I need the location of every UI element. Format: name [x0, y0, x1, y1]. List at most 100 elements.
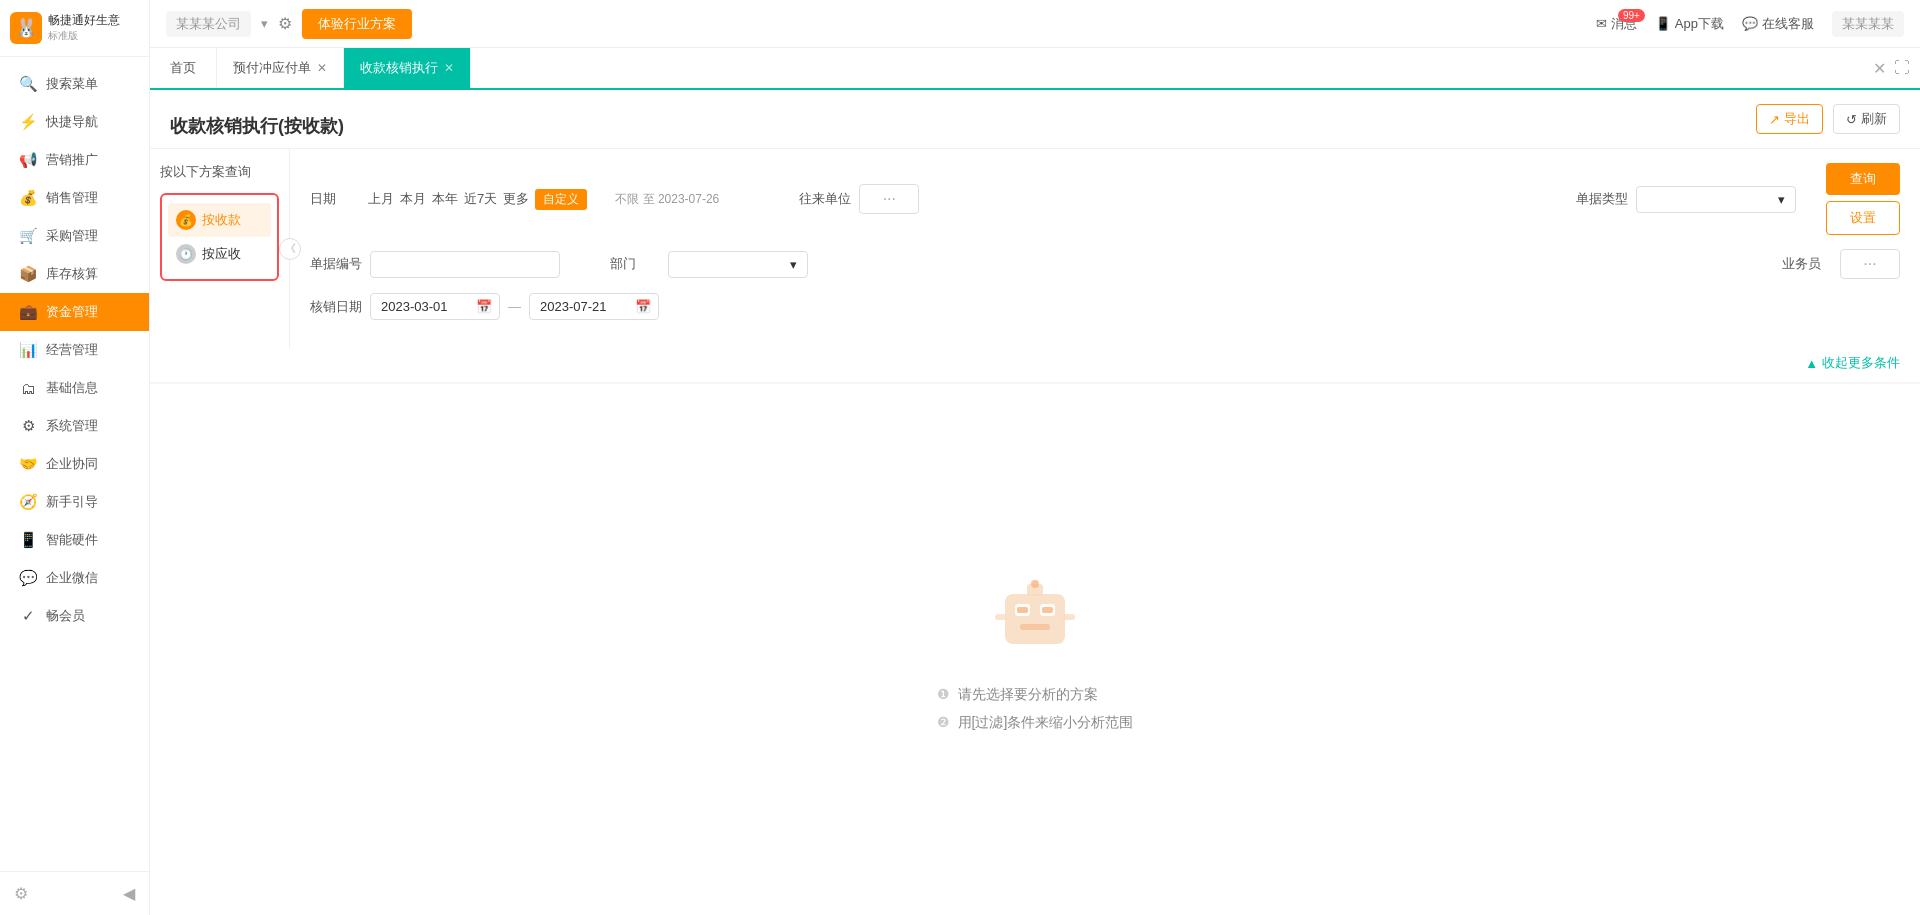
- filter-row-3: 核销日期 📅 — 📅: [310, 293, 1900, 320]
- date-this-year[interactable]: 本年: [432, 190, 458, 208]
- writeoff-start-calendar-icon[interactable]: 📅: [476, 299, 492, 314]
- purchase-icon: 🛒: [18, 227, 38, 245]
- sidebar-footer: ⚙ ◀: [0, 871, 149, 915]
- related-party-input[interactable]: ···: [859, 184, 919, 214]
- collapse-sidebar-icon[interactable]: ◀: [123, 884, 135, 903]
- query-button[interactable]: 查询: [1826, 163, 1900, 195]
- writeoff-end-calendar-icon[interactable]: 📅: [635, 299, 651, 314]
- member-icon: ✓: [18, 607, 38, 625]
- receivable-tab-close-icon[interactable]: ✕: [444, 61, 454, 75]
- sidebar-item-finance[interactable]: 💼资金管理: [0, 293, 149, 331]
- receivable-tab-label: 收款核销执行: [360, 59, 438, 77]
- sidebar-item-system[interactable]: ⚙系统管理: [0, 407, 149, 445]
- svg-point-7: [1031, 580, 1039, 588]
- writeoff-date-label: 核销日期: [310, 298, 362, 316]
- empty-illustration: [985, 564, 1085, 664]
- expand-tab-icon[interactable]: ⛶: [1894, 59, 1910, 77]
- tabbar: 首页 预付冲应付单 ✕ 收款核销执行 ✕ ✕ ⛶: [150, 48, 1920, 90]
- department-select[interactable]: ▾: [668, 251, 808, 278]
- service-label: 在线客服: [1762, 15, 1814, 33]
- app-download-button[interactable]: 📱 App下载: [1655, 15, 1724, 33]
- enterprise-icon: 🤝: [18, 455, 38, 473]
- date-more[interactable]: 更多: [503, 190, 529, 208]
- doc-type-select[interactable]: ▾: [1636, 186, 1796, 213]
- tab-home[interactable]: 首页: [150, 48, 217, 88]
- settings-button[interactable]: 设置: [1826, 201, 1900, 235]
- filter-option-by-receipt[interactable]: 💰 按收款: [168, 203, 271, 237]
- sidebar-item-sales[interactable]: 💰销售管理: [0, 179, 149, 217]
- filter-main: 日期 上月 本月 本年 近7天 更多 自定义 不限 至 2023-07-26: [290, 149, 1920, 348]
- online-service-button[interactable]: 💬 在线客服: [1742, 15, 1814, 33]
- sidebar-item-search[interactable]: 🔍搜索菜单: [0, 65, 149, 103]
- svg-rect-3: [1017, 607, 1028, 613]
- filter-panel: 按以下方案查询 💰 按收款 🕐 按应收 《: [150, 148, 1920, 348]
- enterprise-label: 企业协同: [46, 455, 98, 473]
- search-label: 搜索菜单: [46, 75, 98, 93]
- sidebar-item-base[interactable]: 🗂 基础信息: [0, 369, 149, 407]
- main-content: 某某某公司 ▾ ⚙ 体验行业方案 ✉ 消息 99+ 📱 App下载 💬 在线客服…: [150, 0, 1920, 915]
- doc-number-input[interactable]: [370, 251, 560, 278]
- filter-option-by-receivable[interactable]: 🕐 按应收: [168, 237, 271, 271]
- export-icon: ↗: [1769, 112, 1780, 127]
- refresh-button[interactable]: ↺ 刷新: [1833, 104, 1900, 134]
- filter-sidebar: 按以下方案查询 💰 按收款 🕐 按应收 《: [150, 149, 290, 348]
- filter-row-1: 日期 上月 本月 本年 近7天 更多 自定义 不限 至 2023-07-26: [310, 163, 1900, 235]
- filter-receipt-icon: 💰: [176, 210, 196, 230]
- tab-receivable[interactable]: 收款核销执行 ✕: [344, 48, 471, 88]
- sidebar-item-wechat[interactable]: 💬企业微信: [0, 559, 149, 597]
- company-name[interactable]: 某某某公司: [166, 11, 251, 37]
- sidebar-nav: 🔍搜索菜单⚡快捷导航📢营销推广💰销售管理 🛒 采购管理 📦库存核算💼资金管理📊经营管理…: [0, 57, 149, 871]
- marketing-icon: 📢: [18, 151, 38, 169]
- staff-input[interactable]: ···: [1840, 249, 1900, 279]
- svg-rect-0: [1005, 594, 1065, 644]
- prepay-tab-close-icon[interactable]: ✕: [317, 61, 327, 75]
- date-no-limit: 不限 至 2023-07-26: [615, 191, 719, 208]
- sidebar-item-member[interactable]: ✓畅会员: [0, 597, 149, 635]
- department-chevron-icon: ▾: [790, 257, 797, 272]
- related-party-field: 往来单位 ···: [799, 184, 919, 214]
- filter-receipt-label: 按收款: [202, 211, 241, 229]
- sidebar-item-purchase[interactable]: 🛒 采购管理: [0, 217, 149, 255]
- sidebar-item-guide[interactable]: 🧭新手引导: [0, 483, 149, 521]
- hardware-icon: 📱: [18, 531, 38, 549]
- sidebar-item-enterprise[interactable]: 🤝 企业协同: [0, 445, 149, 483]
- app-icon: 📱: [1655, 16, 1671, 31]
- base-icon: 🗂: [18, 380, 38, 397]
- filter-collapse-button[interactable]: 《: [279, 238, 301, 260]
- close-all-tabs-icon[interactable]: ✕: [1873, 59, 1886, 78]
- doc-type-chevron-icon: ▾: [1778, 192, 1785, 207]
- refresh-icon: ↺: [1846, 112, 1857, 127]
- settings-footer-icon[interactable]: ⚙: [14, 884, 28, 903]
- sidebar-item-inventory[interactable]: 📦库存核算: [0, 255, 149, 293]
- topbar-gear-icon[interactable]: ⚙: [278, 14, 292, 33]
- date-custom-tag[interactable]: 自定义: [535, 189, 587, 210]
- guide-label: 新手引导: [46, 493, 98, 511]
- sidebar-item-hardware[interactable]: 📱智能硬件: [0, 521, 149, 559]
- home-tab-label: 首页: [170, 59, 196, 77]
- sidebar-item-quick[interactable]: ⚡快捷导航: [0, 103, 149, 141]
- department-field: 部门 ▾: [610, 251, 808, 278]
- date-this-month[interactable]: 本月: [400, 190, 426, 208]
- date-last-month[interactable]: 上月: [368, 190, 394, 208]
- sidebar-item-business[interactable]: 📊经营管理: [0, 331, 149, 369]
- date-7days[interactable]: 近7天: [464, 190, 497, 208]
- collapse-up-icon: ▲: [1805, 356, 1818, 371]
- message-button[interactable]: ✉ 消息 99+: [1596, 15, 1637, 33]
- logo-sub: 标准版: [48, 29, 120, 43]
- quick-icon: ⚡: [18, 113, 38, 131]
- related-party-label: 往来单位: [799, 190, 851, 208]
- empty-state: ❶ 请先选择要分析的方案 ❷ 用[过滤]条件来缩小分析范围: [150, 384, 1920, 915]
- industry-solution-button[interactable]: 体验行业方案: [302, 9, 412, 39]
- purchase-label: 采购管理: [46, 227, 98, 245]
- svg-rect-4: [1042, 607, 1053, 613]
- svg-rect-5: [1020, 624, 1050, 630]
- writeoff-date-range: 📅 — 📅: [370, 293, 659, 320]
- user-info[interactable]: 某某某某: [1832, 11, 1904, 37]
- company-dropdown-icon[interactable]: ▾: [261, 16, 268, 31]
- collapse-more-button[interactable]: ▲ 收起更多条件: [150, 348, 1920, 382]
- export-button[interactable]: ↗ 导出: [1756, 104, 1823, 134]
- tab-prepay[interactable]: 预付冲应付单 ✕: [217, 48, 344, 88]
- base-label: 基础信息: [46, 379, 98, 397]
- date-label: 日期: [310, 190, 360, 208]
- sidebar-item-marketing[interactable]: 📢营销推广: [0, 141, 149, 179]
